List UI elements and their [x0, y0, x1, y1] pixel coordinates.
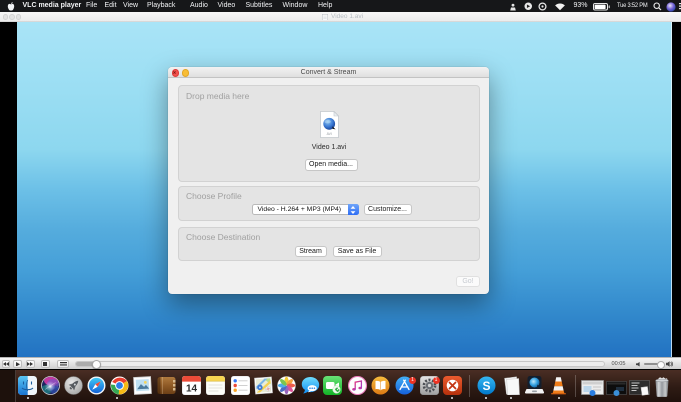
svg-text:S: S [482, 379, 490, 393]
svg-text:AVI: AVI [327, 132, 332, 136]
svg-text:14: 14 [185, 384, 197, 395]
